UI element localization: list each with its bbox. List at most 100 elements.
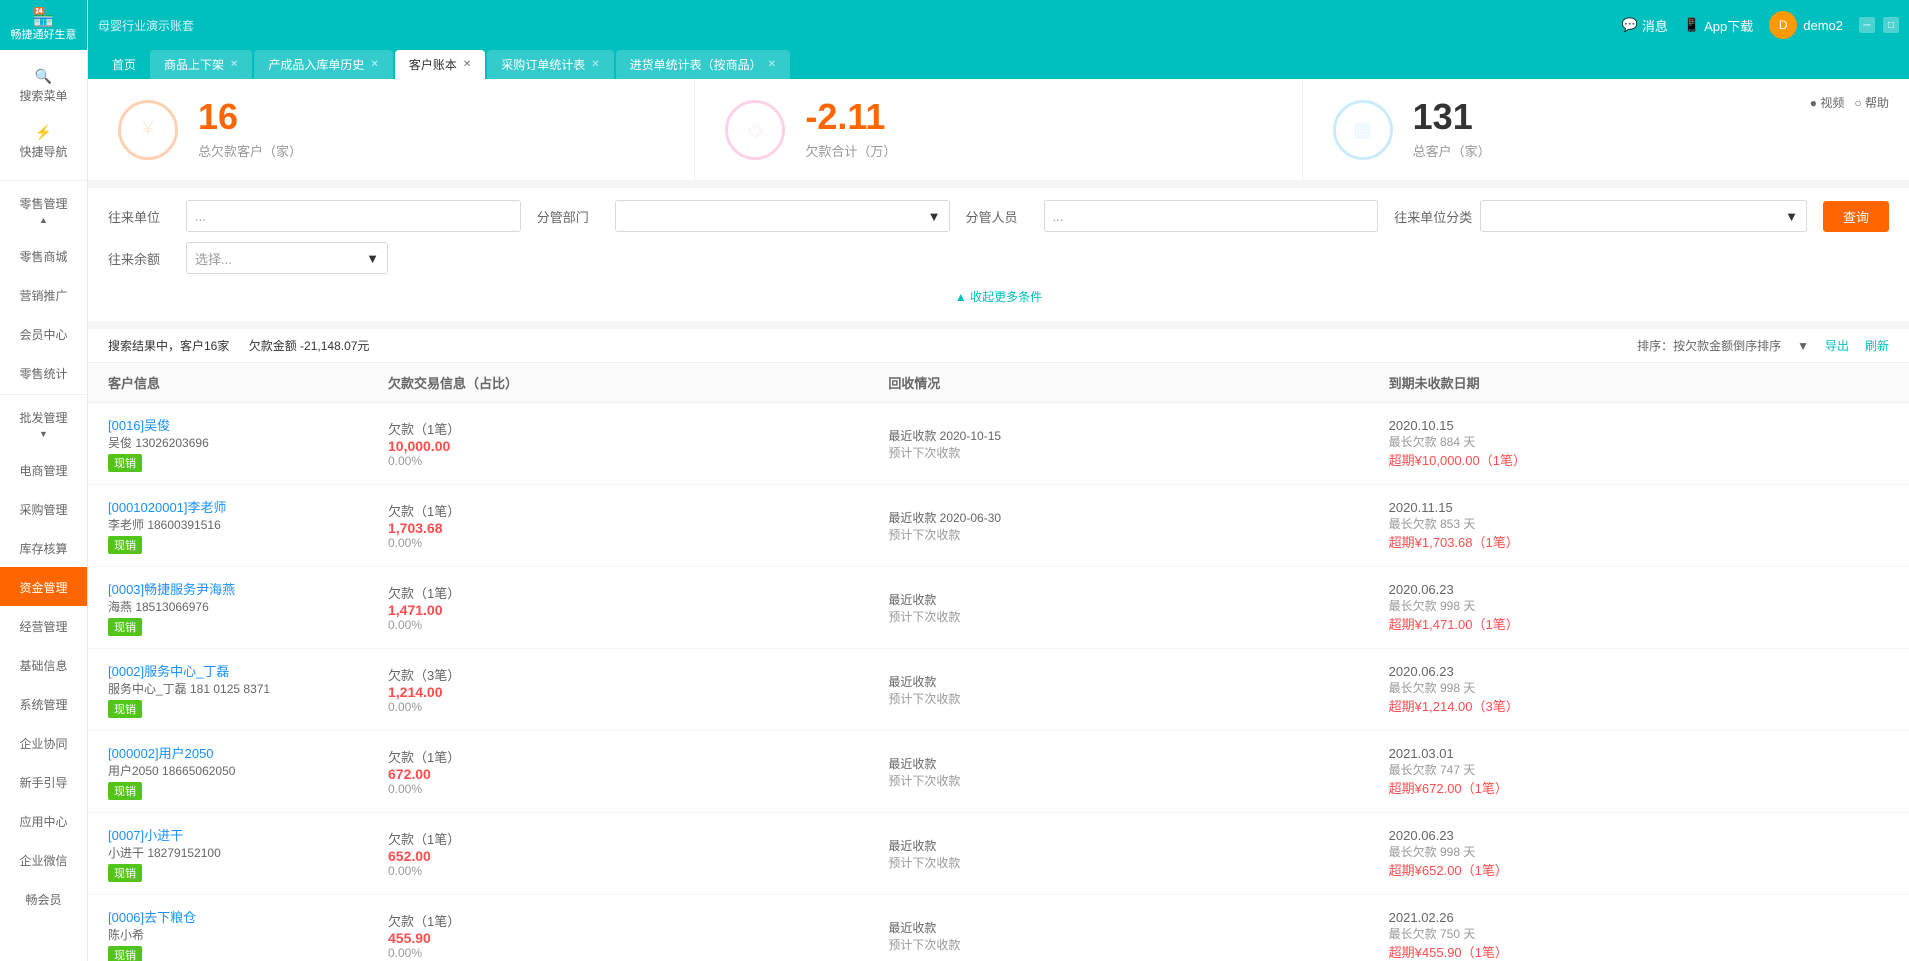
tab-purchase-stats[interactable]: 采购订单统计表 ✕ — [487, 50, 613, 79]
customer-name-6[interactable]: [0006]去下粮仓 — [108, 907, 388, 926]
sidebar-item-ecommerce[interactable]: 电商管理 — [0, 450, 87, 489]
sidebar-item-ops[interactable]: 经营管理 — [0, 606, 87, 645]
basic-info-label: 基础信息 — [4, 657, 83, 674]
stat-card-3-actions: ● 视频 ○ 帮助 — [1810, 94, 1889, 111]
tab-close-products-off[interactable]: ✕ — [230, 59, 238, 70]
tab-products-history[interactable]: 产成品入库单历史 ✕ — [254, 50, 392, 79]
subtitle: 母婴行业演示账套 — [98, 17, 194, 34]
export-btn[interactable]: 导出 — [1825, 337, 1849, 354]
sidebar-item-enterprise-wx[interactable]: 企业微信 — [0, 840, 87, 879]
person-placeholder: ... — [1053, 209, 1064, 224]
sidebar-item-finance[interactable]: 资金管理 — [0, 567, 87, 606]
sidebar-item-enterprise[interactable]: 企业协同 — [0, 723, 87, 762]
tab-close-history[interactable]: ✕ — [370, 59, 378, 70]
collection-next-0: 预计下次收款 — [888, 444, 1388, 461]
customer-name-4[interactable]: [000002]用户2050 — [108, 743, 388, 762]
debt-ratio-2: 0.00% — [388, 618, 888, 632]
customer-name-0[interactable]: [0016]吴俊 — [108, 415, 388, 434]
ecommerce-label: 电商管理 — [4, 462, 83, 479]
sidebar-item-member[interactable]: 会员中心 — [0, 314, 87, 353]
overdue-amount-5[interactable]: 超期¥652.00（1笔） — [1389, 860, 1889, 879]
customer-name-3[interactable]: [0002]服务中心_丁磊 — [108, 661, 388, 680]
sidebar-item-inventory[interactable]: 库存核算 — [0, 528, 87, 567]
overdue-amount-1[interactable]: 超期¥1,703.68（1笔） — [1389, 532, 1889, 551]
tab-purchase-product-stats[interactable]: 进货单统计表（按商品） ✕ — [616, 50, 790, 79]
tab-close-purchase[interactable]: ✕ — [591, 59, 599, 70]
overdue-amount-2[interactable]: 超期¥1,471.00（1笔） — [1389, 614, 1889, 633]
sidebar-item-marketing[interactable]: 营销推广 — [0, 275, 87, 314]
query-button[interactable]: 查询 — [1823, 201, 1889, 232]
user-menu[interactable]: D demo2 — [1769, 11, 1843, 39]
overdue-amount-6[interactable]: 超期¥455.90（1笔） — [1389, 942, 1889, 961]
debt-amount-4[interactable]: 672.00 — [388, 766, 888, 782]
tab-close-purchase-product[interactable]: ✕ — [768, 59, 776, 70]
customer-phone-3: 服务中心_丁磊 181 0125 8371 — [108, 680, 388, 697]
debt-amount-2[interactable]: 1,471.00 — [388, 602, 888, 618]
person-input[interactable]: ... — [1044, 200, 1379, 232]
collapse-button[interactable]: ▲ 收起更多条件 — [108, 284, 1889, 309]
overdue-amount-3[interactable]: 超期¥1,214.00（3笔） — [1389, 696, 1889, 715]
minimize-button[interactable]: ─ — [1859, 17, 1875, 33]
message-btn[interactable]: 💬 消息 — [1622, 16, 1668, 35]
tab-home[interactable]: 首页 — [98, 50, 150, 79]
sidebar-item-new-guide[interactable]: 新手引导 — [0, 762, 87, 801]
filter-dept: 分管部门 ▼ — [537, 200, 950, 232]
customer-name-2[interactable]: [0003]畅捷服务尹海燕 — [108, 579, 388, 598]
stat-value-1: 16 — [198, 99, 302, 135]
sidebar-search-btn[interactable]: 🔍 搜索菜单 — [0, 58, 87, 114]
sidebar-quick-nav[interactable]: ⚡ 快捷导航 — [0, 114, 87, 170]
stat-icon-3: ▦ — [1333, 100, 1393, 160]
app-download-btn[interactable]: 📱 App下载 — [1684, 16, 1753, 35]
sidebar-item-basic-info[interactable]: 基础信息 — [0, 645, 87, 684]
status-badge-6: 现销 — [108, 946, 142, 961]
tab-products-off[interactable]: 商品上下架 ✕ — [150, 50, 252, 79]
sidebar-item-purchase[interactable]: 采购管理 — [0, 489, 87, 528]
overdue-amount-0[interactable]: 超期¥10,000.00（1笔） — [1389, 450, 1889, 469]
dept-select[interactable]: ▼ — [615, 200, 950, 232]
sidebar-item-retail-mgmt[interactable]: 零售管理 ▲ — [0, 183, 87, 236]
sidebar-item-retail-store[interactable]: 零售商城 — [0, 236, 87, 275]
category-select[interactable]: ▼ — [1480, 200, 1807, 232]
customer-name-1[interactable]: [0001020001]李老师 — [108, 497, 388, 516]
sidebar-item-retail-stats[interactable]: 零售统计 — [0, 353, 87, 392]
overdue-info-4: 2021.03.01 最长欠款 747 天 超期¥672.00（1笔） — [1389, 746, 1889, 797]
tab-close-customer[interactable]: ✕ — [463, 59, 471, 70]
supplier-input[interactable]: ... — [186, 200, 521, 232]
status-badge-4: 现销 — [108, 782, 142, 800]
debt-ratio-6: 0.00% — [388, 946, 888, 960]
diamond-icon: ◇ — [748, 117, 763, 142]
overdue-date-4: 2021.03.01 — [1389, 746, 1889, 761]
debt-amount-5[interactable]: 652.00 — [388, 848, 888, 864]
debt-amount-3[interactable]: 1,214.00 — [388, 684, 888, 700]
collection-next-2: 预计下次收款 — [888, 608, 1388, 625]
stat-value-3: 131 — [1413, 99, 1491, 135]
customer-info-2: [0003]畅捷服务尹海燕 海燕 18513066976 现销 — [108, 579, 388, 636]
maximize-button[interactable]: □ — [1883, 17, 1899, 33]
customer-phone-1: 李老师 18600391516 — [108, 516, 388, 533]
sidebar-item-batch-mgmt[interactable]: 批发管理 ▼ — [0, 397, 87, 450]
window-controls: ─ □ — [1859, 17, 1899, 33]
sidebar-item-app-center[interactable]: 应用中心 — [0, 801, 87, 840]
tab-customer-account[interactable]: 客户账本 ✕ — [395, 50, 485, 79]
video-btn[interactable]: ● 视频 — [1810, 94, 1845, 111]
debt-amount-1[interactable]: 1,703.68 — [388, 520, 888, 536]
col-collection: 回收情况 — [888, 373, 1388, 392]
sidebar-item-sys-mgmt[interactable]: 系统管理 — [0, 684, 87, 723]
collection-next-4: 预计下次收款 — [888, 772, 1388, 789]
debt-count-6: 欠款（1笔） — [388, 911, 888, 930]
new-guide-label: 新手引导 — [4, 774, 83, 791]
marketing-label: 营销推广 — [4, 287, 83, 304]
customer-name-5[interactable]: [0007]小进干 — [108, 825, 388, 844]
sidebar-item-vip[interactable]: 畅会员 — [0, 879, 87, 918]
debt-amount-6[interactable]: 455.90 — [388, 930, 888, 946]
overdue-amount-4[interactable]: 超期¥672.00（1笔） — [1389, 778, 1889, 797]
balance-select[interactable]: 选择... ▼ — [186, 242, 388, 274]
stat-card-1: ¥ 16 总欠款客户（家） — [88, 79, 695, 180]
dept-label: 分管部门 — [537, 207, 607, 226]
refresh-btn[interactable]: 刷新 — [1865, 337, 1889, 354]
message-icon: 💬 — [1622, 17, 1638, 33]
help-btn[interactable]: ○ 帮助 — [1854, 94, 1889, 111]
debt-amount-0[interactable]: 10,000.00 — [388, 438, 888, 454]
customer-info-0: [0016]吴俊 吴俊 13026203696 现销 — [108, 415, 388, 472]
supplier-placeholder: ... — [195, 209, 206, 224]
